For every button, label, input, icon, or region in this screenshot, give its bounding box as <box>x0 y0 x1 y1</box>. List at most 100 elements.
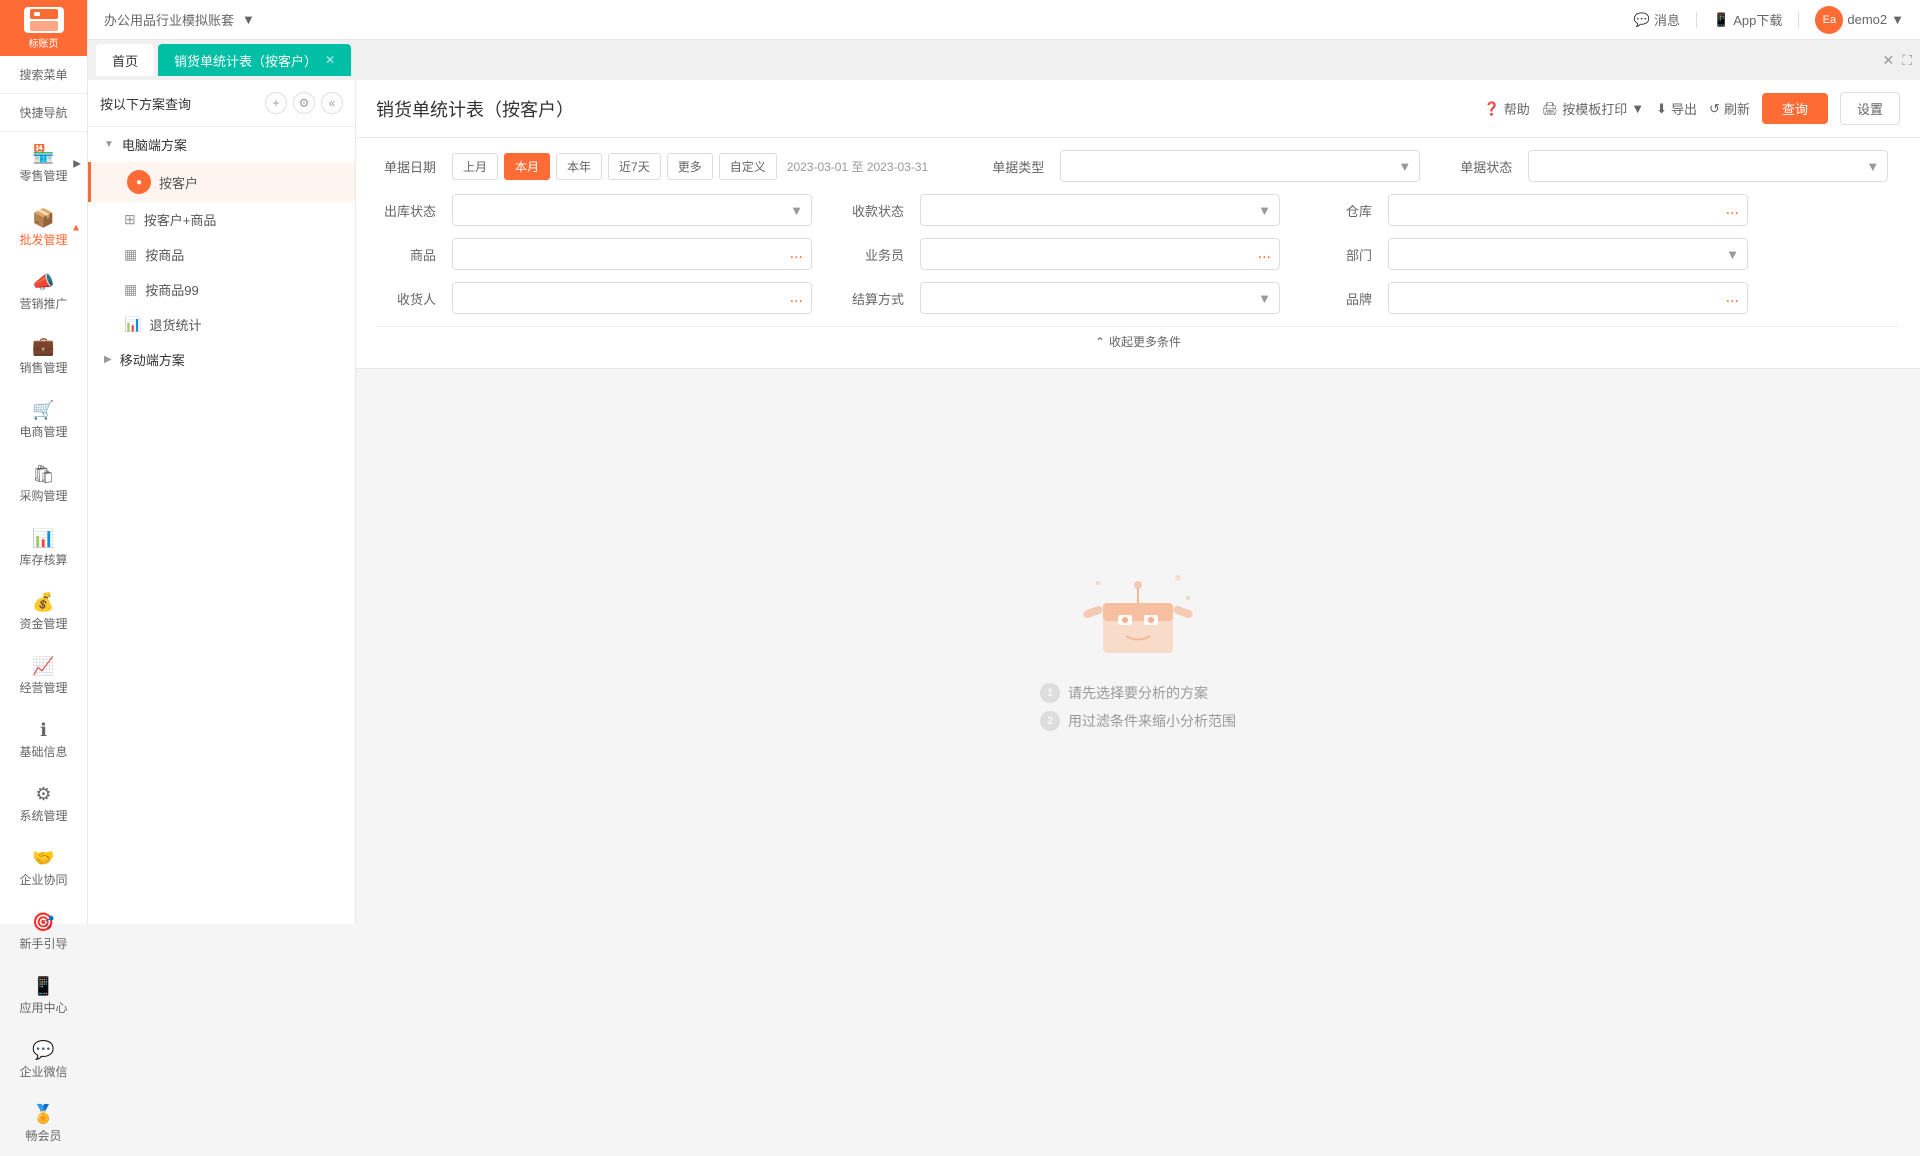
close-window-icon[interactable]: ✕ <box>1882 52 1894 69</box>
active-scheme-icon: ● <box>136 177 142 188</box>
tab-sales-stats[interactable]: 销货单统计表（按客户） ✕ <box>158 44 351 76</box>
settings-scheme-btn[interactable]: ⚙ <box>293 92 315 114</box>
salesperson-dots[interactable]: ... <box>1258 245 1271 263</box>
search-menu[interactable]: 搜索菜单 <box>0 56 87 94</box>
sidebar-item-system[interactable]: ⚙ 系统管理 <box>0 772 87 836</box>
sidebar-item-marketing[interactable]: 📣 营销推广 <box>0 260 87 324</box>
grid-icon: ⊞ <box>124 211 136 228</box>
section-label-pc: 电脑端方案 <box>122 135 187 154</box>
tree-section-mobile[interactable]: ▶ 移动端方案 <box>88 342 355 377</box>
maximize-icon[interactable]: ⛶ <box>1902 52 1912 69</box>
receipt-status-select[interactable]: ▼ <box>920 194 1280 226</box>
sidebar-item-newbie[interactable]: 🎯 新手引导 <box>0 900 87 964</box>
tree-section-pc[interactable]: ▼ 电脑端方案 <box>88 127 355 162</box>
receiver-select[interactable]: ... <box>452 282 812 314</box>
order-status-select[interactable]: ▼ <box>1528 150 1888 182</box>
logo-text: 标账页 <box>29 35 59 50</box>
settings-btn[interactable]: 设置 <box>1840 92 1900 125</box>
topbar-left: 办公用品行业模拟账套 ▼ <box>104 10 255 29</box>
message-btn[interactable]: 💬 消息 <box>1634 10 1680 29</box>
sales-icon: 💼 <box>32 336 54 357</box>
brand-dots[interactable]: ... <box>1726 289 1739 307</box>
goods-select[interactable]: ... <box>452 238 812 270</box>
sidebar-item-app-center[interactable]: 📱 应用中心 <box>0 964 87 1028</box>
warehouse-select[interactable]: ... <box>1388 194 1748 226</box>
goods-dots[interactable]: ... <box>790 245 803 263</box>
inventory-icon: 📊 <box>32 528 54 549</box>
scheme-return-stats[interactable]: 📊 退货统计 <box>88 307 355 342</box>
date-last-7-days[interactable]: 近7天 <box>608 153 661 180</box>
marketing-icon: 📣 <box>32 272 54 293</box>
main-area: 办公用品行业模拟账套 ▼ 💬 消息 📱 App下载 Ea demo2 ▼ <box>88 0 1920 924</box>
collapse-panel-btn[interactable]: « <box>321 92 343 114</box>
receiver-dots[interactable]: ... <box>790 289 803 307</box>
department-select[interactable]: ▼ <box>1388 238 1748 270</box>
system-icon: ⚙ <box>35 784 51 805</box>
export-btn[interactable]: ⬇ 导出 <box>1656 99 1697 118</box>
filter-row-4: 收货人 ... 结算方式 ▼ 品牌 ... <box>376 282 1900 314</box>
collapse-more-btn[interactable]: ⌃ 收起更多条件 <box>376 326 1900 356</box>
add-scheme-btn[interactable]: + <box>265 92 287 114</box>
sidebar-item-member[interactable]: 🏅 畅会员 <box>0 1092 87 1156</box>
query-btn[interactable]: 查询 <box>1762 93 1828 124</box>
date-more[interactable]: 更多 <box>667 153 713 180</box>
order-type-select[interactable]: ▼ <box>1060 150 1420 182</box>
receipt-status-dropdown: ▼ <box>1258 203 1271 218</box>
home-tab-label: 首页 <box>112 51 138 70</box>
sidebar-item-retail[interactable]: 🏪 零售管理 ▶ <box>0 132 87 196</box>
scheme-by-customer-label: 按客户 <box>159 173 198 192</box>
date-this-month[interactable]: 本月 <box>504 153 550 180</box>
section-arrow-mobile: ▶ <box>104 354 112 365</box>
scheme-by-goods[interactable]: ▦ 按商品 <box>88 237 355 272</box>
table-icon1: ▦ <box>124 246 137 263</box>
sales-stats-tab-label: 销货单统计表（按客户） <box>174 51 317 70</box>
sidebar-item-ecommerce[interactable]: 🛒 电商管理 <box>0 388 87 452</box>
sidebar-item-operation[interactable]: 📈 经营管理 <box>0 644 87 708</box>
scheme-by-customer[interactable]: ● 按客户 <box>88 162 355 202</box>
logo-area: 标账页 <box>0 0 87 56</box>
hint-num-2: 2 <box>1040 711 1060 731</box>
scheme-by-goods99[interactable]: ▦ 按商品99 <box>88 272 355 307</box>
quick-nav[interactable]: 快捷导航 <box>0 94 87 132</box>
sidebar: 标账页 搜索菜单 快捷导航 🏪 零售管理 ▶ 📦 批发管理 ▲ 📣 营销推广 💼… <box>0 0 88 924</box>
sidebar-item-basic[interactable]: ℹ 基础信息 <box>0 708 87 772</box>
left-panel-title: 按以下方案查询 <box>100 94 191 113</box>
salesperson-select[interactable]: ... <box>920 238 1280 270</box>
print-btn[interactable]: 🖨 按模板打印 ▼ <box>1542 99 1644 118</box>
sidebar-item-inventory[interactable]: 📊 库存核算 <box>0 516 87 580</box>
date-custom[interactable]: 自定义 <box>719 153 777 180</box>
sidebar-item-enterprise[interactable]: 🤝 企业协同 <box>0 836 87 900</box>
date-this-year[interactable]: 本年 <box>556 153 602 180</box>
print-icon: 🖨 <box>1542 101 1559 117</box>
app-download-btn[interactable]: 📱 App下载 <box>1713 10 1782 29</box>
date-last-month[interactable]: 上月 <box>452 153 498 180</box>
date-picker: 上月 本月 本年 近7天 更多 自定义 2023-03-01 至 2023-03… <box>452 153 928 180</box>
refresh-btn[interactable]: ↺ 刷新 <box>1709 99 1750 118</box>
tab-home[interactable]: 首页 <box>96 44 154 76</box>
goods-label: 商品 <box>376 245 436 264</box>
out-status-select[interactable]: ▼ <box>452 194 812 226</box>
wholesale-arrow: ▲ <box>71 223 81 234</box>
topbar-right: 💬 消息 📱 App下载 Ea demo2 ▼ <box>1634 6 1904 34</box>
scheme-by-customer-goods[interactable]: ⊞ 按客户+商品 <box>88 202 355 237</box>
topbar: 办公用品行业模拟账套 ▼ 💬 消息 📱 App下载 Ea demo2 ▼ <box>88 0 1920 40</box>
brand-select[interactable]: ... <box>1388 282 1748 314</box>
warehouse-dots[interactable]: ... <box>1726 201 1739 219</box>
print-dropdown-icon: ▼ <box>1631 101 1644 116</box>
enterprise-icon: 🤝 <box>32 848 54 869</box>
receipt-status-label: 收款状态 <box>844 201 904 220</box>
order-type-dropdown: ▼ <box>1398 159 1411 174</box>
sidebar-item-finance[interactable]: 💰 资金管理 <box>0 580 87 644</box>
user-profile[interactable]: Ea demo2 ▼ <box>1815 6 1904 34</box>
help-btn[interactable]: ❓ 帮助 <box>1484 99 1530 118</box>
settlement-select[interactable]: ▼ <box>920 282 1280 314</box>
sidebar-item-corp-wechat[interactable]: 💬 企业微信 <box>0 1028 87 1092</box>
left-panel-header: 按以下方案查询 + ⚙ « <box>88 80 355 127</box>
sidebar-item-wholesale[interactable]: 📦 批发管理 ▲ <box>0 196 87 260</box>
tab-close-icon[interactable]: ✕ <box>325 53 335 67</box>
message-icon: 💬 <box>1634 12 1650 28</box>
newbie-icon: 🎯 <box>32 912 54 933</box>
industry-dropdown-icon[interactable]: ▼ <box>242 12 255 27</box>
sidebar-item-sales[interactable]: 💼 销售管理 <box>0 324 87 388</box>
sidebar-item-purchase[interactable]: 🛍 采购管理 <box>0 452 87 516</box>
